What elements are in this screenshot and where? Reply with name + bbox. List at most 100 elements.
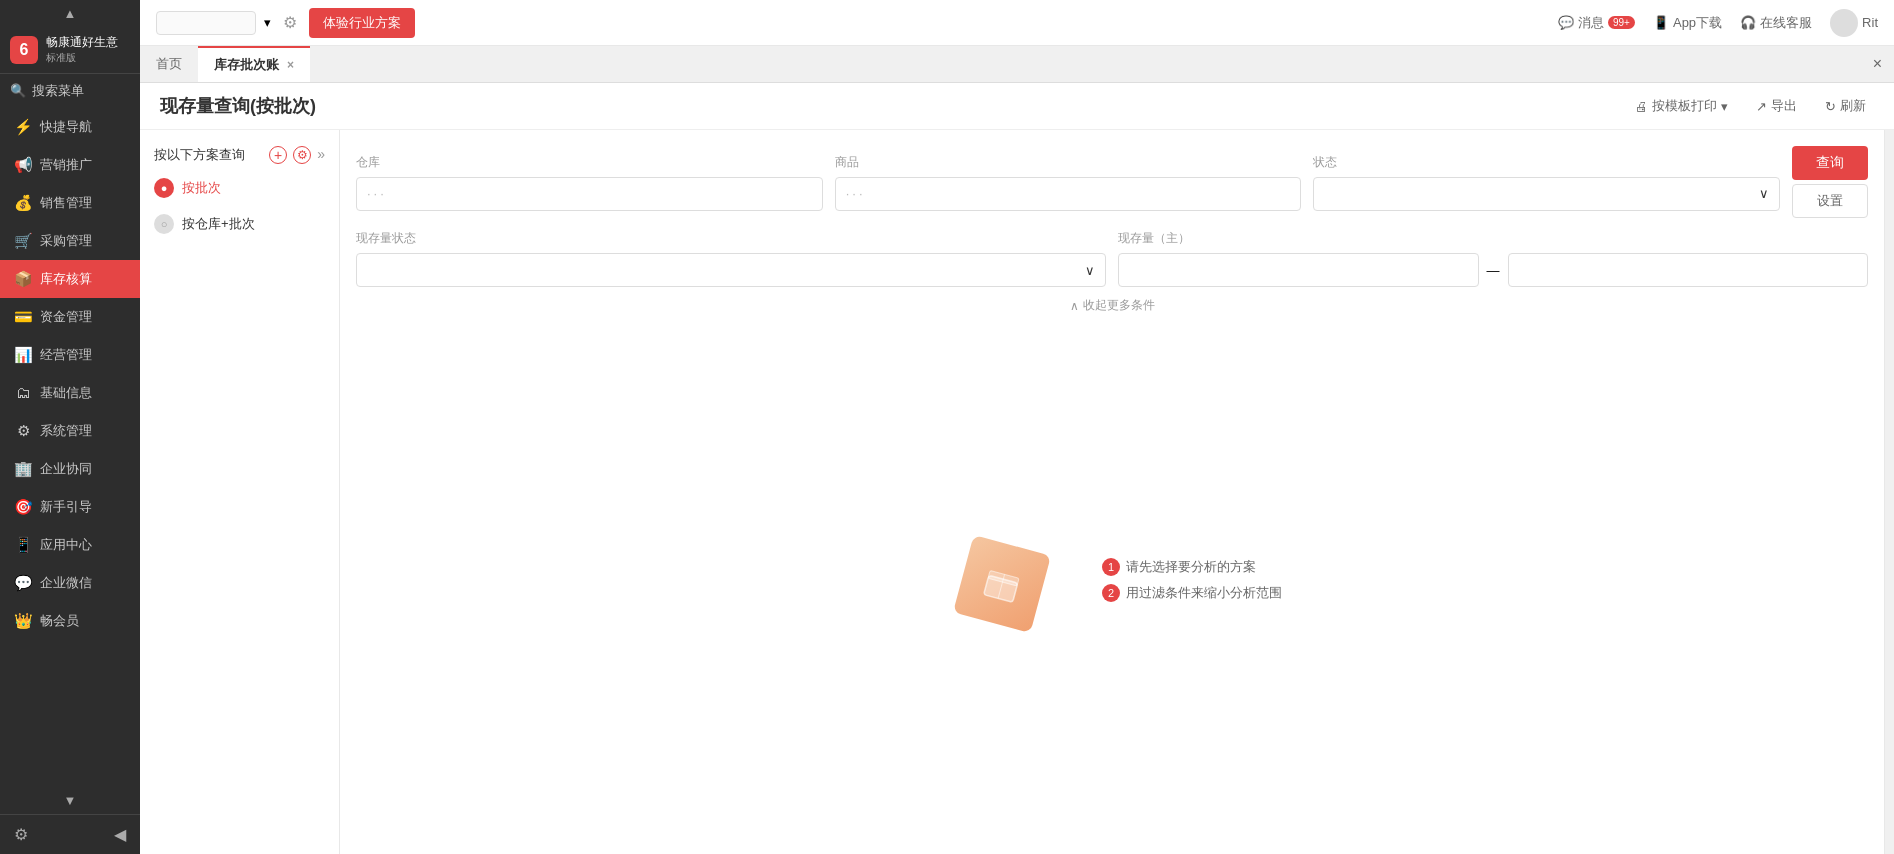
scheme-item-warehouse-batch[interactable]: ○ 按仓库+批次 <box>140 206 339 242</box>
app-download-item[interactable]: 📱 App下载 <box>1653 14 1722 32</box>
inventory-qty-from[interactable] <box>1118 253 1479 287</box>
topbar-gear-icon[interactable]: ⚙ <box>283 13 297 32</box>
box-svg <box>978 560 1027 609</box>
empty-state: 1 请先选择要分析的方案 2 用过滤条件来缩小分析范围 <box>356 330 1868 838</box>
purchase-icon: 🛒 <box>14 232 32 250</box>
user-avatar <box>1830 9 1858 37</box>
topbar: ▾ ⚙ 体验行业方案 💬 消息 99+ 📱 App下载 🎧 在线客服 Rit <box>140 0 1894 46</box>
empty-text: 1 请先选择要分析的方案 2 用过滤条件来缩小分析范围 <box>1102 558 1282 610</box>
headset-icon: 🎧 <box>1740 15 1756 30</box>
page-actions: 🖨 按模板打印 ▾ ↗ 导出 ↻ 刷新 <box>1627 93 1874 119</box>
sidebar-item-shortcuts[interactable]: ⚡ 快捷导航 <box>0 108 140 146</box>
sidebar-item-purchase[interactable]: 🛒 采购管理 <box>0 222 140 260</box>
user-item[interactable]: Rit <box>1830 9 1878 37</box>
warehouse-input[interactable]: ··· <box>356 177 823 211</box>
online-service-item[interactable]: 🎧 在线客服 <box>1740 14 1812 32</box>
warehouse-batch-scheme-icon: ○ <box>154 214 174 234</box>
content-area: 现存量查询(按批次) 🖨 按模板打印 ▾ ↗ 导出 ↻ 刷新 <box>140 83 1894 854</box>
enterprise-icon: 🏢 <box>14 460 32 478</box>
sidebar-nav: ⚡ 快捷导航 📢 营销推广 💰 销售管理 🛒 采购管理 📦 库存核算 💳 资金管… <box>0 108 140 787</box>
filter-row-1: 仓库 ··· 商品 ··· 状态 <box>356 146 1868 218</box>
filter-row-2: 现存量状态 ∨ 现存量（主） — <box>356 230 1868 287</box>
tab-close-icon[interactable]: × <box>287 58 294 72</box>
export-icon: ↗ <box>1756 99 1767 114</box>
warehouse-filter: 仓库 ··· <box>356 154 823 211</box>
sales-icon: 💰 <box>14 194 32 212</box>
settings-button[interactable]: 设置 <box>1792 184 1868 218</box>
left-panel-icons: + ⚙ » <box>269 146 325 164</box>
topbar-dropdown-icon[interactable]: ▾ <box>264 15 271 30</box>
collapse-more-btn[interactable]: ∧ 收起更多条件 <box>356 293 1868 318</box>
add-scheme-icon[interactable]: + <box>269 146 287 164</box>
empty-step2: 2 用过滤条件来缩小分析范围 <box>1102 584 1282 602</box>
refresh-btn[interactable]: ↻ 刷新 <box>1817 93 1874 119</box>
scheme-settings-icon[interactable]: ⚙ <box>293 146 311 164</box>
trial-button[interactable]: 体验行业方案 <box>309 8 415 38</box>
inventory-qty-to[interactable] <box>1508 253 1869 287</box>
print-template-btn[interactable]: 🖨 按模板打印 ▾ <box>1627 93 1736 119</box>
sidebar-item-newbie[interactable]: 🎯 新手引导 <box>0 488 140 526</box>
tabs-bar: 首页 库存批次账 × × <box>140 46 1894 83</box>
refresh-icon: ↻ <box>1825 99 1836 114</box>
print-dropdown-icon: ▾ <box>1721 99 1728 114</box>
inventory-status-filter: 现存量状态 ∨ <box>356 230 1106 287</box>
basic-icon: 🗂 <box>14 384 32 402</box>
topbar-search-input[interactable] <box>156 11 256 35</box>
printer-icon: 🖨 <box>1635 99 1648 114</box>
sidebar-logo: 6 <box>10 36 38 64</box>
sidebar-item-sales[interactable]: 💰 销售管理 <box>0 184 140 222</box>
sidebar-header: 6 畅康通好生意 标准版 <box>0 27 140 74</box>
search-icon: 🔍 <box>10 83 26 98</box>
sidebar-item-enterprise[interactable]: 🏢 企业协同 <box>0 450 140 488</box>
step2-number: 2 <box>1102 584 1120 602</box>
page-header: 现存量查询(按批次) 🖨 按模板打印 ▾ ↗ 导出 ↻ 刷新 <box>140 83 1894 130</box>
newbie-icon: 🎯 <box>14 498 32 516</box>
inventory-status-input[interactable]: ∨ <box>356 253 1106 287</box>
right-scrollbar[interactable] <box>1884 130 1894 854</box>
left-panel-header: 按以下方案查询 + ⚙ » <box>140 140 339 170</box>
tab-home[interactable]: 首页 <box>140 47 198 81</box>
collapse-up-icon: ∧ <box>1070 299 1079 313</box>
sidebar-item-inventory[interactable]: 📦 库存核算 <box>0 260 140 298</box>
shortcuts-icon: ⚡ <box>14 118 32 136</box>
system-icon: ⚙ <box>14 422 32 440</box>
sidebar-item-marketing[interactable]: 📢 营销推广 <box>0 146 140 184</box>
scheme-item-batch[interactable]: ● 按批次 <box>140 170 339 206</box>
sidebar-settings-icon[interactable]: ⚙ <box>14 825 28 844</box>
sidebar-item-finance[interactable]: 💳 资金管理 <box>0 298 140 336</box>
status-input[interactable]: ∨ <box>1313 177 1780 211</box>
right-content: 仓库 ··· 商品 ··· 状态 <box>340 130 1884 854</box>
sidebar-item-operations[interactable]: 📊 经营管理 <box>0 336 140 374</box>
inventory-status-label: 现存量状态 <box>356 230 1106 247</box>
wechat-icon: 💬 <box>14 574 32 592</box>
sidebar-bottom: ⚙ ◀ <box>0 814 140 854</box>
app-download-icon: 📱 <box>1653 15 1669 30</box>
sidebar-search[interactable]: 🔍 搜索菜单 <box>0 74 140 108</box>
sidebar-item-basic[interactable]: 🗂 基础信息 <box>0 374 140 412</box>
empty-step1: 1 请先选择要分析的方案 <box>1102 558 1282 576</box>
collapse-panel-icon[interactable]: » <box>317 146 325 164</box>
topbar-left: ▾ ⚙ 体验行业方案 <box>156 8 415 38</box>
tab-inventory-batch[interactable]: 库存批次账 × <box>198 46 310 82</box>
message-item[interactable]: 💬 消息 99+ <box>1558 14 1635 32</box>
empty-illustration <box>942 524 1062 644</box>
inventory-status-arrow: ∨ <box>1085 263 1095 278</box>
page-title: 现存量查询(按批次) <box>160 94 316 118</box>
sidebar-item-system[interactable]: ⚙ 系统管理 <box>0 412 140 450</box>
sidebar-scroll-down[interactable]: ▼ <box>0 787 140 814</box>
sidebar-item-wechat[interactable]: 💬 企业微信 <box>0 564 140 602</box>
panel-close-icon[interactable]: × <box>1861 55 1894 73</box>
inventory-qty-label: 现存量（主） <box>1118 230 1868 247</box>
marketing-icon: 📢 <box>14 156 32 174</box>
sidebar-collapse-icon[interactable]: ◀ <box>114 825 126 844</box>
sidebar-scroll-up[interactable]: ▲ <box>0 0 140 27</box>
empty-box-icon <box>953 535 1051 633</box>
product-input[interactable]: ··· <box>835 177 1302 211</box>
member-icon: 👑 <box>14 612 32 630</box>
main-area: ▾ ⚙ 体验行业方案 💬 消息 99+ 📱 App下载 🎧 在线客服 Rit <box>140 0 1894 854</box>
query-button[interactable]: 查询 <box>1792 146 1868 180</box>
sidebar-item-member[interactable]: 👑 畅会员 <box>0 602 140 640</box>
export-btn[interactable]: ↗ 导出 <box>1748 93 1805 119</box>
sidebar-item-app[interactable]: 📱 应用中心 <box>0 526 140 564</box>
left-panel: 按以下方案查询 + ⚙ » ● 按批次 ○ 按仓库+批次 <box>140 130 340 854</box>
